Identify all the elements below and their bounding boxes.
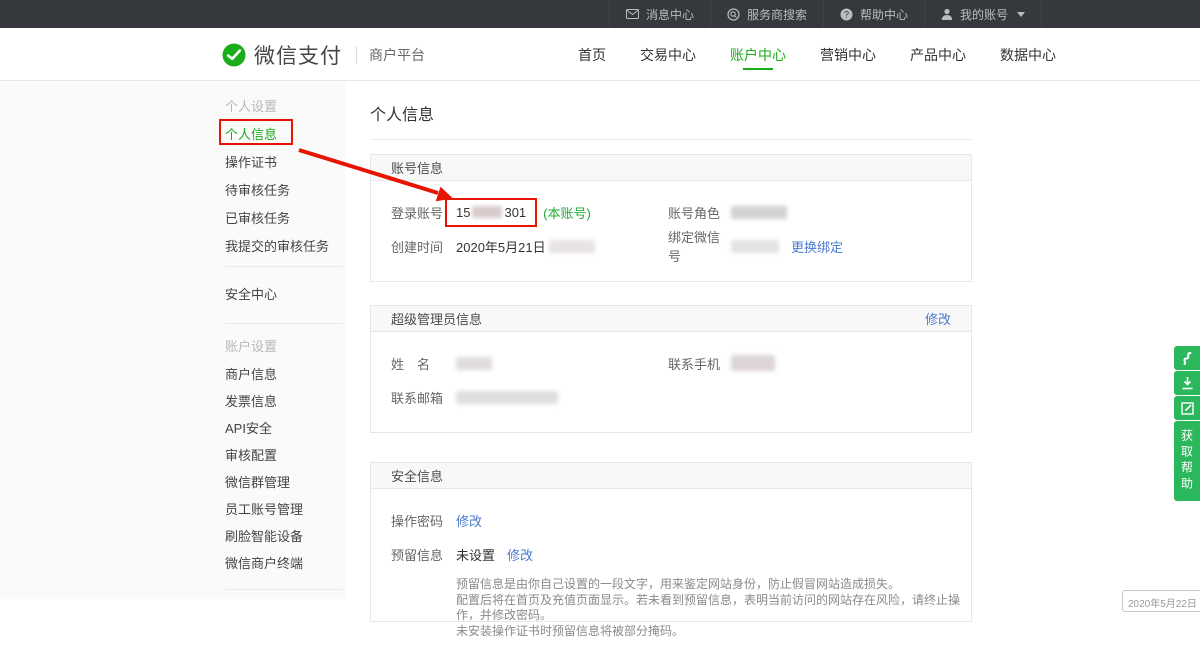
topbar-item-service-search[interactable]: 服务商搜索 xyxy=(710,0,823,28)
change-binding-link[interactable]: 更换绑定 xyxy=(791,237,843,256)
floating-help-bar: 获取帮助 xyxy=(1174,346,1200,501)
admin-edit-link[interactable]: 修改 xyxy=(925,309,951,328)
caret-down-icon xyxy=(1017,12,1025,17)
reserved-info-value: 未设置 xyxy=(456,545,495,564)
nav-account-center[interactable]: 账户中心 xyxy=(730,28,786,81)
download-icon xyxy=(1181,376,1194,390)
login-account-prefix: 15 xyxy=(456,205,470,220)
operation-password-label: 操作密码 xyxy=(391,511,456,530)
password-edit-link[interactable]: 修改 xyxy=(456,511,482,530)
topbar-item-messages[interactable]: 消息中心 xyxy=(609,0,710,28)
reserved-edit-link[interactable]: 修改 xyxy=(507,545,533,564)
feedback-icon xyxy=(1181,402,1194,415)
brand[interactable]: 微信支付 商户平台 xyxy=(222,28,425,81)
admin-section-title: 超级管理员信息 xyxy=(391,309,482,328)
sidebar-item-security-center[interactable]: 安全中心 xyxy=(0,281,345,309)
redacted-login-digits xyxy=(472,206,502,218)
security-section-title: 安全信息 xyxy=(391,466,443,485)
account-section-title: 账号信息 xyxy=(391,158,443,177)
title-divider xyxy=(370,139,972,140)
sidebar-item-pending-review-tasks[interactable]: 待审核任务 xyxy=(0,177,345,205)
sidebar-divider xyxy=(225,266,343,267)
redacted-admin-name xyxy=(456,357,492,370)
brand-subtitle: 商户平台 xyxy=(369,45,425,65)
topbar-item-help[interactable]: ? 帮助中心 xyxy=(823,0,924,28)
annotation-box-login: 15 301 xyxy=(445,198,537,227)
user-icon xyxy=(941,8,953,20)
wechat-pay-logo-icon xyxy=(222,43,246,67)
reserved-desc-line: 未安装操作证书时预留信息将被部分掩码。 xyxy=(456,624,971,640)
reserved-desc-line: 预留信息是由你自己设置的一段文字，用来鉴定网站身份，防止假冒网站造成损失。 xyxy=(456,577,971,593)
security-info-section: 安全信息 操作密码 修改 预留信息 未设置 修改 预留信息是由你自己设置的一段文… xyxy=(370,462,972,622)
sidebar-item-reviewed-tasks[interactable]: 已审核任务 xyxy=(0,205,345,233)
help-icon: ? xyxy=(840,8,853,21)
redacted-created-detail xyxy=(549,240,595,253)
header: 微信支付 商户平台 首页 交易中心 账户中心 营销中心 产品中心 数据中心 xyxy=(0,28,1200,81)
sidebar-item-my-submitted-tasks[interactable]: 我提交的审核任务 xyxy=(0,233,345,261)
sidebar-group-personal-settings: 个人设置 xyxy=(0,93,345,121)
hotline-icon xyxy=(1181,351,1194,366)
sidebar-item-api-security[interactable]: API安全 xyxy=(0,415,345,442)
download-button[interactable] xyxy=(1174,371,1200,395)
topbar-item-my-account[interactable]: 我的账号 xyxy=(924,0,1042,28)
nav-marketing-center[interactable]: 营销中心 xyxy=(820,28,876,81)
date-tooltip: 2020年5月22日 xyxy=(1122,590,1200,612)
sidebar-item-wechat-merchant-terminal[interactable]: 微信商户终端 xyxy=(0,550,345,577)
sidebar: 个人设置 个人信息 操作证书 待审核任务 已审核任务 我提交的审核任务 安全中心… xyxy=(0,81,345,599)
sidebar-divider xyxy=(225,323,343,324)
admin-email-label: 联系邮箱 xyxy=(391,388,456,407)
search-icon xyxy=(727,8,740,21)
sidebar-divider xyxy=(225,589,343,590)
created-time-value: 2020年5月21日 xyxy=(456,237,546,256)
hotline-button[interactable] xyxy=(1174,346,1200,370)
desc-spacer xyxy=(391,571,456,639)
sidebar-item-personal-info[interactable]: 个人信息 xyxy=(0,121,345,149)
main-nav: 首页 交易中心 账户中心 营销中心 产品中心 数据中心 xyxy=(578,28,1056,81)
sidebar-item-invoice-info[interactable]: 发票信息 xyxy=(0,388,345,415)
main-content: 个人信息 账号信息 登录账号 15 301 (本账号) xyxy=(345,81,1200,599)
admin-phone-label: 联系手机 xyxy=(668,354,731,373)
topbar-item-label: 我的账号 xyxy=(960,6,1008,23)
redacted-account-role xyxy=(731,206,787,219)
nav-data-center[interactable]: 数据中心 xyxy=(1000,28,1056,81)
get-help-button[interactable]: 获取帮助 xyxy=(1174,421,1200,501)
sidebar-item-operation-certificate[interactable]: 操作证书 xyxy=(0,149,345,177)
sidebar-item-review-config[interactable]: 审核配置 xyxy=(0,442,345,469)
nav-product-center[interactable]: 产品中心 xyxy=(910,28,966,81)
current-account-tag: (本账号) xyxy=(543,203,591,222)
account-info-section: 账号信息 登录账号 15 301 (本账号) 账号角色 xyxy=(370,154,972,282)
brand-divider xyxy=(356,46,357,64)
admin-name-label: 姓 名 xyxy=(391,354,456,373)
reserved-info-label: 预留信息 xyxy=(391,545,456,564)
page-title: 个人信息 xyxy=(370,101,1200,125)
brand-name: 微信支付 xyxy=(254,40,342,70)
redacted-wechat-id xyxy=(731,240,779,253)
topbar: 消息中心 服务商搜索 ? 帮助中心 我的账号 xyxy=(0,0,1200,28)
sidebar-item-face-smart-device[interactable]: 刷脸智能设备 xyxy=(0,523,345,550)
sidebar-item-staff-account-mgmt[interactable]: 员工账号管理 xyxy=(0,496,345,523)
topbar-item-label: 消息中心 xyxy=(646,6,694,23)
redacted-admin-email xyxy=(456,391,558,404)
nav-transaction-center[interactable]: 交易中心 xyxy=(640,28,696,81)
login-account-suffix: 301 xyxy=(504,205,526,220)
created-time-label: 创建时间 xyxy=(391,237,456,256)
bound-wechat-label: 绑定微信号 xyxy=(668,227,731,265)
sidebar-group-account-settings: 账户设置 xyxy=(0,333,345,361)
account-role-label: 账号角色 xyxy=(668,203,731,222)
sidebar-item-wechat-group-mgmt[interactable]: 微信群管理 xyxy=(0,469,345,496)
admin-info-section: 超级管理员信息 修改 姓 名 联系手机 联系邮箱 xyxy=(370,305,972,433)
nav-home[interactable]: 首页 xyxy=(578,28,606,81)
reserved-desc-line: 配置后将在首页及充值页面显示。若未看到预留信息，表明当前访问的网站存在风险，请终… xyxy=(456,593,971,624)
topbar-item-label: 帮助中心 xyxy=(860,6,908,23)
sidebar-item-merchant-info[interactable]: 商户信息 xyxy=(0,361,345,388)
topbar-item-label: 服务商搜索 xyxy=(747,6,807,23)
svg-text:?: ? xyxy=(844,9,849,19)
redacted-admin-phone xyxy=(731,355,775,371)
get-help-label: 获取帮助 xyxy=(1179,429,1196,493)
envelope-icon xyxy=(626,9,639,19)
feedback-button[interactable] xyxy=(1174,396,1200,420)
